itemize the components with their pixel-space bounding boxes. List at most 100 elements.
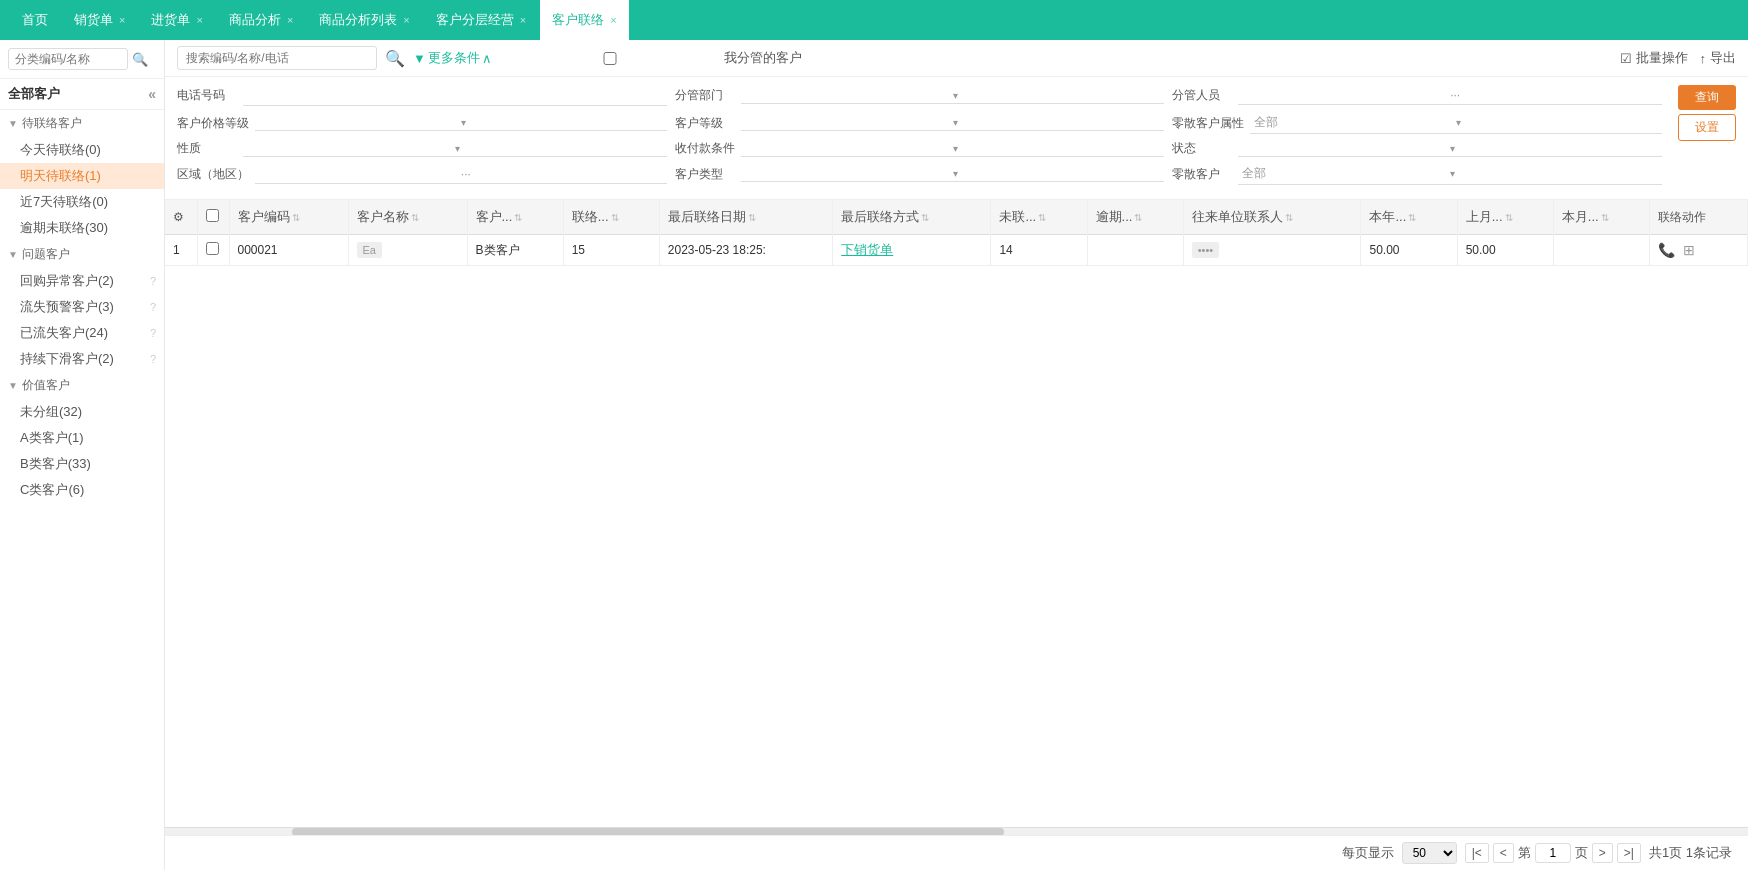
manager-more-icon[interactable]: ··· (1450, 88, 1658, 102)
row-actions: 📞 ⊞ (1650, 235, 1748, 266)
sidebar-item-label: B类客户(33) (20, 455, 91, 473)
more-filters-button[interactable]: ▼ 更多条件 ∧ (413, 49, 492, 67)
nature-filter: 性质 ▾ (177, 140, 667, 157)
retail-attr-value: 全部 (1254, 114, 1456, 131)
nav-item-客户联络[interactable]: 客户联络× (540, 0, 628, 40)
customer-grade-select[interactable]: ▾ (741, 115, 1165, 131)
col-not-contacted[interactable]: 未联...⇅ (991, 200, 1087, 235)
phone-input[interactable] (243, 85, 667, 106)
export-button[interactable]: ↑ 导出 (1700, 49, 1737, 67)
prev-page-button[interactable]: < (1493, 843, 1514, 863)
next-page-button[interactable]: > (1592, 843, 1613, 863)
region-more-icon[interactable]: ··· (461, 167, 663, 181)
nav-item-首页[interactable]: 首页 (10, 0, 60, 40)
manager-select[interactable]: ··· (1238, 86, 1662, 105)
col-this-month[interactable]: 本月...⇅ (1553, 200, 1649, 235)
page-number-input[interactable] (1535, 843, 1571, 863)
close-tab-icon[interactable]: × (119, 14, 125, 26)
sidebar-item[interactable]: 今天待联络(0) (0, 137, 164, 163)
table-footer: 每页显示 50 100 200 |< < 第 页 > >| 共1页 1条记录 (165, 835, 1748, 870)
last-page-button[interactable]: >| (1617, 843, 1641, 863)
dept-arrow-icon: ▾ (953, 90, 1161, 101)
sidebar-group-待联络客户[interactable]: 待联络客户 (0, 110, 164, 137)
sidebar-group-问题客户[interactable]: 问题客户 (0, 241, 164, 268)
col-overdue[interactable]: 逾期...⇅ (1087, 200, 1183, 235)
price-grade-arrow-icon: ▾ (461, 117, 663, 128)
row-overdue (1087, 235, 1183, 266)
sidebar-item[interactable]: 持续下滑客户(2)? (0, 346, 164, 372)
select-all-checkbox[interactable] (206, 209, 219, 222)
col-unit-contact[interactable]: 往来单位联系人⇅ (1183, 200, 1361, 235)
sidebar-search-icon[interactable]: 🔍 (132, 52, 148, 67)
retail-attr-filter: 零散客户属性 全部 ▾ (1172, 112, 1662, 134)
col-contact[interactable]: 联络...⇅ (563, 200, 659, 235)
close-tab-icon[interactable]: × (403, 14, 409, 26)
col-this-year[interactable]: 本年...⇅ (1361, 200, 1457, 235)
filter-icon: ▼ (413, 51, 426, 66)
col-settings[interactable]: ⚙ (165, 200, 197, 235)
grid-icon[interactable]: ⊞ (1683, 242, 1695, 258)
sidebar-item[interactable]: B类客户(33) (0, 451, 164, 477)
sidebar-item[interactable]: 近7天待联络(0) (0, 189, 164, 215)
close-tab-icon[interactable]: × (610, 14, 616, 26)
help-icon[interactable]: ? (150, 301, 156, 313)
sidebar-search-input[interactable] (8, 48, 128, 70)
col-last-month[interactable]: 上月...⇅ (1457, 200, 1553, 235)
retail-attr-select[interactable]: 全部 ▾ (1250, 112, 1662, 134)
table-header-row: ⚙ 客户编码⇅ 客户名称⇅ 客户...⇅ 联络...⇅ 最后联络日期⇅ 最后联络… (165, 200, 1748, 235)
nav-item-销货单[interactable]: 销货单× (62, 0, 137, 40)
col-name[interactable]: 客户名称⇅ (348, 200, 467, 235)
nav-item-客户分层经营[interactable]: 客户分层经营× (424, 0, 538, 40)
call-icon[interactable]: 📞 (1658, 242, 1675, 258)
all-customers-item[interactable]: 全部客户 « (0, 79, 164, 110)
batch-op-button[interactable]: ☑ 批量操作 (1620, 49, 1688, 67)
help-icon[interactable]: ? (150, 327, 156, 339)
payment-select[interactable]: ▾ (741, 141, 1165, 157)
col-type[interactable]: 客户...⇅ (467, 200, 563, 235)
horizontal-scrollbar[interactable] (165, 827, 1748, 835)
dept-select[interactable]: ▾ (741, 88, 1165, 104)
nature-select[interactable]: ▾ (243, 141, 667, 157)
my-customers-label: 我分管的客户 (724, 49, 802, 67)
help-icon[interactable]: ? (150, 353, 156, 365)
sidebar-item[interactable]: 未分组(32) (0, 399, 164, 425)
close-tab-icon[interactable]: × (520, 14, 526, 26)
customer-type-select[interactable]: ▾ (741, 166, 1165, 182)
region-select[interactable]: ··· (255, 165, 667, 184)
col-code[interactable]: 客户编码⇅ (229, 200, 348, 235)
col-last-contact-method[interactable]: 最后联络方式⇅ (833, 200, 991, 235)
col-last-contact-date[interactable]: 最后联络日期⇅ (659, 200, 832, 235)
row-type: B类客户 (467, 235, 563, 266)
sidebar-item[interactable]: 逾期未联络(30) (0, 215, 164, 241)
per-page-select[interactable]: 50 100 200 (1402, 842, 1457, 864)
sidebar-item-label: A类客户(1) (20, 429, 84, 447)
sidebar-item[interactable]: 流失预警客户(3)? (0, 294, 164, 320)
retail-customer-select[interactable]: 全部 ▾ (1238, 163, 1662, 185)
first-page-button[interactable]: |< (1465, 843, 1489, 863)
page-unit: 页 (1575, 844, 1588, 862)
my-customers-checkbox[interactable] (500, 52, 720, 65)
price-grade-select[interactable]: ▾ (255, 115, 667, 131)
nav-item-商品分析列表[interactable]: 商品分析列表× (307, 0, 421, 40)
sidebar-item[interactable]: 回购异常客户(2)? (0, 268, 164, 294)
reset-button[interactable]: 设置 (1678, 114, 1736, 141)
close-tab-icon[interactable]: × (287, 14, 293, 26)
sidebar-item[interactable]: 明天待联络(1) (0, 163, 164, 189)
sidebar-group-价值客户[interactable]: 价值客户 (0, 372, 164, 399)
close-tab-icon[interactable]: × (196, 14, 202, 26)
export-label: 导出 (1710, 49, 1736, 67)
status-select[interactable]: ▾ (1238, 141, 1662, 157)
sidebar-item[interactable]: A类客户(1) (0, 425, 164, 451)
sidebar-item[interactable]: C类客户(6) (0, 477, 164, 503)
sort-contact-icon: ⇅ (611, 212, 619, 223)
help-icon[interactable]: ? (150, 275, 156, 287)
nav-item-进货单[interactable]: 进货单× (139, 0, 214, 40)
search-input[interactable] (177, 46, 377, 70)
query-button[interactable]: 查询 (1678, 85, 1736, 110)
search-button[interactable]: 🔍 (385, 49, 405, 68)
nav-item-商品分析[interactable]: 商品分析× (217, 0, 305, 40)
last-contact-method-link[interactable]: 下销货单 (841, 242, 893, 257)
sidebar-item[interactable]: 已流失客户(24)? (0, 320, 164, 346)
sort-thismonth-icon: ⇅ (1601, 212, 1609, 223)
row-checkbox[interactable] (206, 242, 219, 255)
